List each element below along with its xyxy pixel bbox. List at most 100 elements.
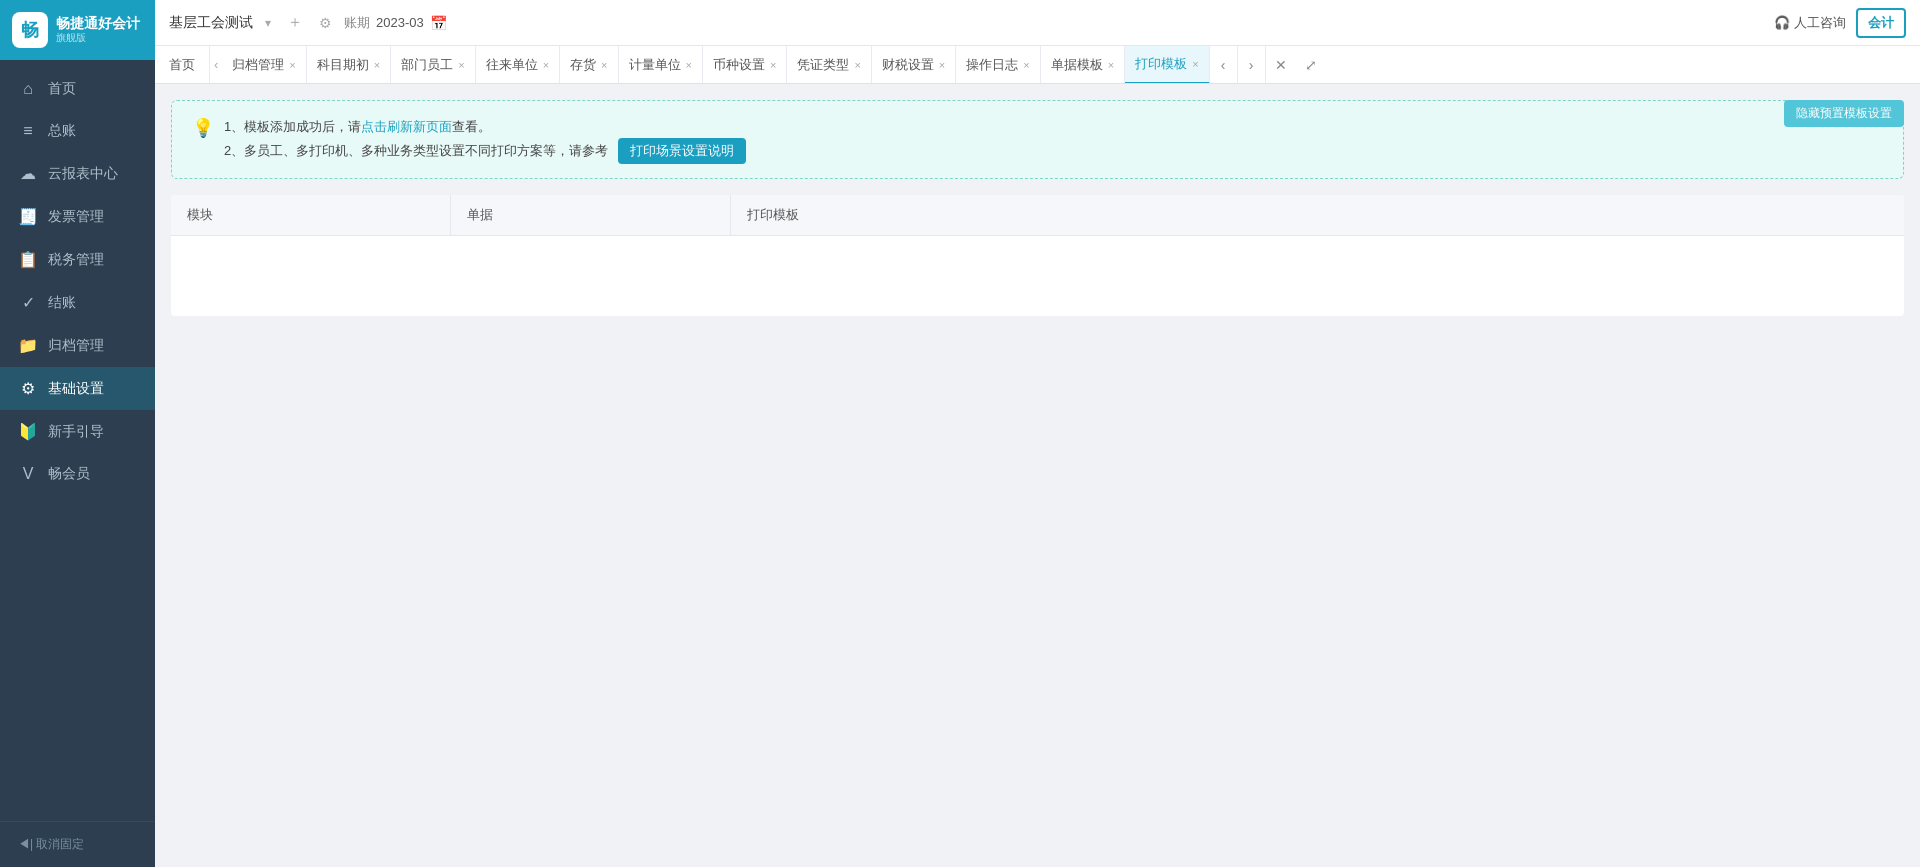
tab-close-tax-settings[interactable]: × [939,59,945,71]
sidebar-nav: ⌂ 首页 ≡ 总账 ☁ 云报表中心 🧾 发票管理 📋 税务管理 ✓ 结账 📁 归… [0,60,155,821]
help-label: 人工咨询 [1794,14,1846,32]
cloud-icon: ☁ [18,164,38,183]
tab-back-icon[interactable]: ‹ [210,57,222,72]
tab-label-partner: 往来单位 [486,56,538,74]
help-button[interactable]: 🎧 人工咨询 [1774,14,1846,32]
sidebar-item-settings[interactable]: ⚙ 基础设置 [0,367,155,410]
sidebar-label-checkout: 结账 [48,294,76,312]
th-module: 模块 [171,195,451,235]
tab-currency[interactable]: 币种设置 × [703,46,787,84]
tab-close-dept-staff[interactable]: × [458,59,464,71]
tab-label-print-tpl: 打印模板 [1135,55,1187,73]
sidebar-item-guide[interactable]: 🔰 新手引导 [0,410,155,453]
tab-close-voucher-type[interactable]: × [854,59,860,71]
info-line1-prefix: 1、模板添加成功后，请 [224,119,361,134]
print-template-table: 模块 单据 打印模板 [171,195,1904,316]
tab-label-currency: 币种设置 [713,56,765,74]
home-icon: ⌂ [18,80,38,98]
tab-expand-button[interactable]: ⤢ [1296,46,1326,84]
tab-receipt-tpl[interactable]: 单据模板 × [1041,46,1125,84]
tab-dept-staff[interactable]: 部门员工 × [391,46,475,84]
tab-print-tpl[interactable]: 打印模板 × [1125,46,1209,84]
tab-tax-settings[interactable]: 财税设置 × [872,46,956,84]
tab-label-voucher-type: 凭证类型 [797,56,849,74]
tab-inventory[interactable]: 存货 × [560,46,618,84]
archive-icon: 📁 [18,336,38,355]
tax-icon: 📋 [18,250,38,269]
tab-label-dept-staff: 部门员工 [401,56,453,74]
tab-label-op-log: 操作日志 [966,56,1018,74]
sidebar-item-reports[interactable]: ☁ 云报表中心 [0,152,155,195]
tab-label-home: 首页 [169,56,195,74]
guide-icon: 🔰 [18,422,38,441]
tab-label-receipt-tpl: 单据模板 [1051,56,1103,74]
tab-close-receipt-tpl[interactable]: × [1108,59,1114,71]
tab-close-all-button[interactable]: ✕ [1266,46,1296,84]
calendar-icon[interactable]: 📅 [430,15,447,31]
sidebar: 畅 畅捷通好会计 旗舰版 ⌂ 首页 ≡ 总账 ☁ 云报表中心 🧾 发票管理 📋 … [0,0,155,867]
main-area: 基层工会测试 ▾ ＋ ⚙ 账期 2023-03 📅 🎧 人工咨询 会计 首页 ‹… [155,0,1920,867]
tab-voucher-type[interactable]: 凭证类型 × [787,46,871,84]
sidebar-item-archive[interactable]: 📁 归档管理 [0,324,155,367]
topbar-right: 🎧 人工咨询 会计 [1774,8,1906,38]
sidebar-item-invoice[interactable]: 🧾 发票管理 [0,195,155,238]
bulb-icon: 💡 [192,117,214,139]
sidebar-item-checkout[interactable]: ✓ 结账 [0,281,155,324]
hide-preview-button[interactable]: 隐藏预置模板设置 [1784,100,1904,127]
sidebar-label-ledger: 总账 [48,122,76,140]
tab-close-partner[interactable]: × [543,59,549,71]
sidebar-item-home[interactable]: ⌂ 首页 [0,68,155,110]
logo-text-block: 畅捷通好会计 旗舰版 [56,15,140,46]
tab-partner[interactable]: 往来单位 × [476,46,560,84]
sidebar-item-ledger[interactable]: ≡ 总账 [0,110,155,152]
period-label: 账期 [344,14,370,32]
tab-close-archive-mgmt[interactable]: × [289,59,295,71]
logo-icon: 畅 [12,12,48,48]
tab-label-subject-init: 科目期初 [317,56,369,74]
checkout-icon: ✓ [18,293,38,312]
topbar: 基层工会测试 ▾ ＋ ⚙ 账期 2023-03 📅 🎧 人工咨询 会计 [155,0,1920,46]
th-receipt: 单据 [451,195,731,235]
settings-gear-icon[interactable]: ⚙ [319,15,332,31]
tab-close-currency[interactable]: × [770,59,776,71]
sidebar-item-member[interactable]: V 畅会员 [0,453,155,495]
tab-close-print-tpl[interactable]: × [1192,58,1198,70]
ledger-icon: ≡ [18,122,38,140]
member-icon: V [18,465,38,483]
tab-home[interactable]: 首页 [155,46,210,84]
tab-label-archive-mgmt: 归档管理 [232,56,284,74]
sidebar-logo: 畅 畅捷通好会计 旗舰版 [0,0,155,60]
tab-op-log[interactable]: 操作日志 × [956,46,1040,84]
tab-prev-button[interactable]: ‹ [1210,46,1238,84]
explain-button[interactable]: 打印场景设置说明 [618,138,746,164]
tab-unit[interactable]: 计量单位 × [619,46,703,84]
info-line1-suffix: 查看。 [452,119,491,134]
info-box: 💡 1、模板添加成功后，请点击刷新新页面查看。 2、多员工、多打印机、多种业务类… [171,100,1904,179]
sidebar-label-tax: 税务管理 [48,251,104,269]
logo-subtitle: 旗舰版 [56,31,140,45]
tab-close-inventory[interactable]: × [601,59,607,71]
info-line2-prefix: 2、多员工、多打印机、多种业务类型设置不同打印方案等，请参考 [224,143,608,158]
headset-icon: 🎧 [1774,15,1790,30]
accountant-button[interactable]: 会计 [1856,8,1906,38]
info-line2: 2、多员工、多打印机、多种业务类型设置不同打印方案等，请参考 打印场景设置说明 [224,138,746,164]
content-area: 隐藏预置模板设置 💡 1、模板添加成功后，请点击刷新新页面查看。 2、多员工、多… [155,84,1920,867]
table-header: 模块 单据 打印模板 [171,195,1904,236]
logo-title: 畅捷通好会计 [56,15,140,32]
info-refresh-link[interactable]: 点击刷新新页面 [361,119,452,134]
tab-next-button[interactable]: › [1238,46,1266,84]
sidebar-pin-toggle[interactable]: ◀| 取消固定 [0,821,155,867]
tab-archive-mgmt[interactable]: 归档管理 × [222,46,306,84]
sidebar-label-archive: 归档管理 [48,337,104,355]
sidebar-item-tax[interactable]: 📋 税务管理 [0,238,155,281]
tab-close-unit[interactable]: × [686,59,692,71]
tab-close-op-log[interactable]: × [1023,59,1029,71]
sidebar-label-reports: 云报表中心 [48,165,118,183]
table-body [171,236,1904,316]
tab-close-subject-init[interactable]: × [374,59,380,71]
add-tab-button[interactable]: ＋ [283,12,307,33]
company-dropdown-icon[interactable]: ▾ [265,16,271,30]
period-value: 2023-03 [376,15,424,30]
company-name: 基层工会测试 [169,14,253,32]
tab-subject-init[interactable]: 科目期初 × [307,46,391,84]
